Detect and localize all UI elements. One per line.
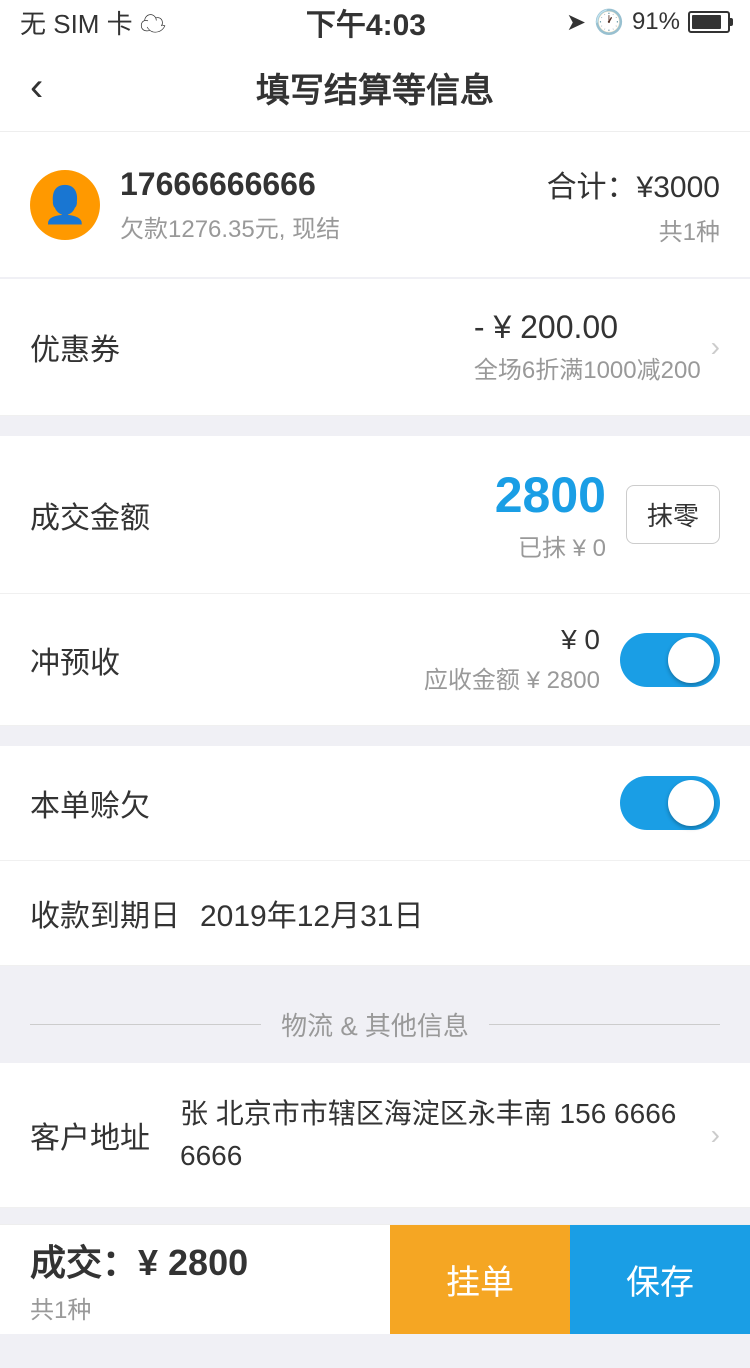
transaction-label: 成交金额 bbox=[30, 493, 150, 537]
avatar: 👤 bbox=[30, 170, 100, 240]
bottom-deal-amount: ¥ 2800 bbox=[138, 1242, 248, 1283]
coupon-chevron: › bbox=[711, 331, 720, 363]
customer-info: 17666666666 欠款1276.35元, 现结 bbox=[120, 166, 340, 244]
customer-right: 合计：¥3000 共1种 bbox=[547, 162, 720, 247]
prepaid-right: ¥ 0 应收金额 ¥ 2800 bbox=[424, 624, 720, 695]
credit-right bbox=[620, 776, 720, 830]
customer-debt: 欠款1276.35元, 现结 bbox=[120, 209, 340, 244]
status-bar: 无 SIM 卡 ☁ 下午4:03 ➤ 🕐 91% bbox=[0, 0, 750, 44]
transaction-sub: 已抹 ¥ 0 bbox=[495, 528, 606, 563]
hang-button[interactable]: 挂单 bbox=[390, 1225, 570, 1334]
main-content: 👤 17666666666 欠款1276.35元, 现结 合计：¥3000 共1… bbox=[0, 132, 750, 1368]
transaction-value: 2800 bbox=[495, 466, 606, 524]
bottom-count: 共1种 bbox=[30, 1290, 360, 1325]
save-button[interactable]: 保存 bbox=[570, 1225, 750, 1334]
credit-row: 本单赊欠 bbox=[0, 746, 750, 861]
prepaid-toggle[interactable] bbox=[620, 633, 720, 687]
status-time: 下午4:03 bbox=[306, 0, 426, 44]
due-date-value: 2019年12月31日 bbox=[200, 891, 423, 935]
divider-line-right bbox=[489, 1024, 720, 1025]
credit-label: 本单赊欠 bbox=[30, 781, 150, 825]
customer-count: 共1种 bbox=[547, 212, 720, 247]
status-left: 无 SIM 卡 ☁ bbox=[20, 4, 166, 41]
divider-3 bbox=[0, 966, 750, 986]
bottom-summary: 成交：¥ 2800 共1种 bbox=[0, 1225, 390, 1334]
customer-card: 👤 17666666666 欠款1276.35元, 现结 合计：¥3000 共1… bbox=[0, 132, 750, 277]
round-zero-button[interactable]: 抹零 bbox=[626, 485, 720, 544]
avatar-icon: 👤 bbox=[43, 184, 88, 226]
sim-label: 无 SIM 卡 ☁ bbox=[20, 4, 166, 41]
prepaid-values: ¥ 0 应收金额 ¥ 2800 bbox=[424, 624, 600, 695]
transaction-value-wrap: 2800 已抹 ¥ 0 bbox=[495, 466, 606, 563]
coupon-info: - ¥ 200.00 全场6折满1000减200 bbox=[474, 309, 701, 385]
transaction-row: 成交金额 2800 已抹 ¥ 0 抹零 bbox=[0, 436, 750, 594]
divider-1 bbox=[0, 416, 750, 436]
coupon-row[interactable]: 优惠券 - ¥ 200.00 全场6折满1000减200 › bbox=[0, 279, 750, 416]
customer-total: 合计：¥3000 bbox=[547, 162, 720, 206]
section-divider-text: 物流 & 其他信息 bbox=[281, 1006, 469, 1043]
logistics-divider: 物流 & 其他信息 bbox=[0, 986, 750, 1063]
credit-toggle-thumb bbox=[668, 780, 714, 826]
bottom-deal: 成交：¥ 2800 bbox=[30, 1234, 360, 1286]
prepaid-sub: 应收金额 ¥ 2800 bbox=[424, 660, 600, 695]
prepaid-row: 冲预收 ¥ 0 应收金额 ¥ 2800 bbox=[0, 594, 750, 726]
address-value: 张 北京市市辖区海淀区永丰南 156 6666 6666 bbox=[180, 1093, 711, 1177]
address-label: 客户地址 bbox=[30, 1113, 150, 1157]
coupon-right: - ¥ 200.00 全场6折满1000减200 › bbox=[474, 309, 720, 385]
prepaid-label: 冲预收 bbox=[30, 638, 120, 682]
page-title: 填写结算等信息 bbox=[256, 63, 494, 112]
location-icon: ➤ bbox=[566, 8, 586, 37]
credit-toggle[interactable] bbox=[620, 776, 720, 830]
bottom-bar: 成交：¥ 2800 共1种 挂单 保存 bbox=[0, 1224, 750, 1334]
address-chevron: › bbox=[711, 1119, 720, 1151]
coupon-desc: 全场6折满1000减200 bbox=[474, 350, 701, 385]
battery-percent: 91% bbox=[632, 8, 680, 36]
coupon-amount: - ¥ 200.00 bbox=[474, 309, 701, 346]
status-right: ➤ 🕐 91% bbox=[566, 8, 730, 37]
divider-2 bbox=[0, 726, 750, 746]
customer-phone: 17666666666 bbox=[120, 166, 340, 203]
divider-line-left bbox=[30, 1024, 261, 1025]
back-button[interactable]: ‹ bbox=[20, 55, 53, 120]
transaction-right: 2800 已抹 ¥ 0 抹零 bbox=[495, 466, 720, 563]
battery-icon bbox=[688, 11, 730, 33]
address-row[interactable]: 客户地址 张 北京市市辖区海淀区永丰南 156 6666 6666 › bbox=[0, 1063, 750, 1208]
nav-bar: ‹ 填写结算等信息 bbox=[0, 44, 750, 132]
due-date-label: 收款到期日 bbox=[30, 891, 180, 935]
customer-left: 👤 17666666666 欠款1276.35元, 现结 bbox=[30, 166, 340, 244]
prepaid-amount: ¥ 0 bbox=[424, 624, 600, 656]
prepaid-toggle-thumb bbox=[668, 637, 714, 683]
due-date-row: 收款到期日 2019年12月31日 bbox=[0, 861, 750, 966]
clock-icon: 🕐 bbox=[594, 8, 624, 37]
coupon-label: 优惠券 bbox=[30, 325, 120, 369]
bottom-deal-label: 成交： bbox=[30, 1242, 138, 1283]
section-divider-inner: 物流 & 其他信息 bbox=[30, 1006, 720, 1043]
